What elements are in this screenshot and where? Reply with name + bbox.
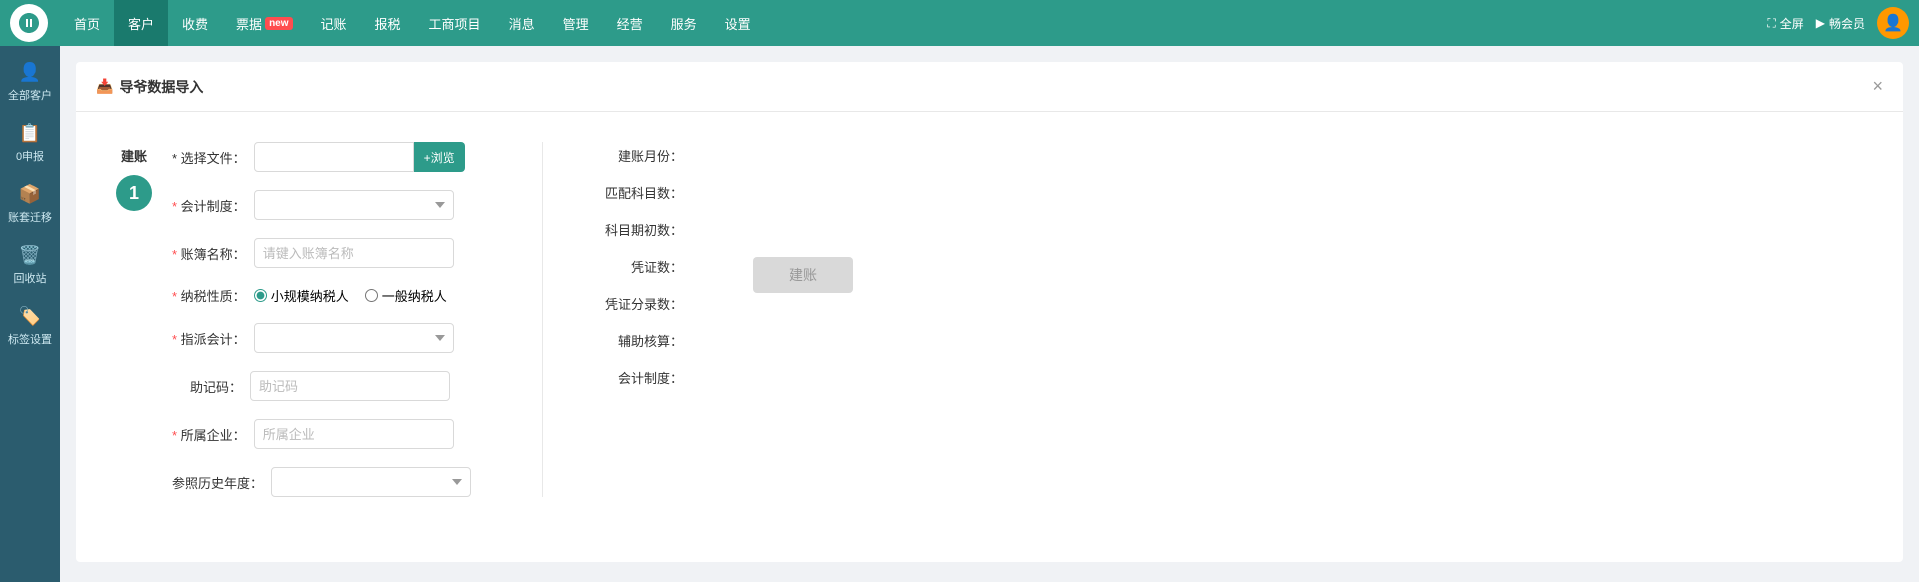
browse-button[interactable]: +浏览 [414, 142, 465, 172]
tax-type-row: 纳税性质： 小规模纳税人 一般纳税人 [172, 286, 492, 305]
file-input-group: +浏览 [254, 142, 465, 172]
aux-accounting-row: 辅助核算： [593, 331, 853, 350]
memo-label: 助记码： [172, 377, 242, 396]
build-month-row: 建账月份： [593, 146, 853, 165]
form-fields: * 选择文件： +浏览 会计制度： [172, 142, 492, 497]
nav-item-customers[interactable]: 客户 [114, 0, 168, 46]
info-accounting-system-row: 会计制度： [593, 368, 853, 387]
fullscreen-button[interactable]: ⛶ 全屏 [1767, 15, 1803, 32]
subject-init-row: 科目期初数： [593, 220, 853, 239]
close-button[interactable]: × [1872, 76, 1883, 97]
recycle-icon: 🗑️ [19, 245, 41, 266]
voucher-count-label: 凭证数： [593, 257, 683, 276]
company-input[interactable] [254, 419, 454, 449]
sidebar-item-recycle[interactable]: 🗑️ 回收站 [2, 237, 58, 294]
accounting-system-label: 会计制度： [172, 196, 246, 215]
sidebar: 👤 全部客户 📋 0申报 📦 账套迁移 🗑️ 回收站 🏷️ 标签设置 [0, 46, 60, 582]
match-subjects-row: 匹配科目数： [593, 183, 853, 202]
voucher-entries-row: 凭证分录数： [593, 294, 853, 313]
sidebar-item-migration[interactable]: 📦 账套迁移 [2, 176, 58, 233]
nav-item-home[interactable]: 首页 [60, 0, 114, 46]
file-label: * 选择文件： [172, 148, 246, 167]
nav-item-messages[interactable]: 消息 [495, 0, 549, 46]
sidebar-item-tags[interactable]: 🏷️ 标签设置 [2, 298, 58, 355]
nav-right-area: ⛶ 全屏 ▶ 畅会员 👤 [1767, 7, 1909, 39]
fullscreen-icon: ⛶ [1767, 16, 1775, 31]
nav-item-bills[interactable]: 票据 new [222, 0, 306, 46]
tax-type-label: 纳税性质： [172, 286, 246, 305]
tax-type-radio-group: 小规模纳税人 一般纳税人 [254, 286, 447, 305]
voucher-entries-label: 凭证分录数： [593, 294, 683, 313]
migration-icon: 📦 [19, 184, 41, 205]
assign-accountant-label: 指派会计： [172, 329, 246, 348]
assign-accountant-row: 指派会计： [172, 323, 492, 353]
history-label: 参照历史年度： [172, 473, 263, 492]
nav-item-services[interactable]: 服务 [657, 0, 711, 46]
nav-item-manage[interactable]: 管理 [549, 0, 603, 46]
app-logo[interactable] [10, 4, 48, 42]
main-layout: 👤 全部客户 📋 0申报 📦 账套迁移 🗑️ 回收站 🏷️ 标签设置 📥 [0, 46, 1919, 582]
nav-item-bookkeeping[interactable]: 记账 [307, 0, 361, 46]
main-content: 📥 导爷数据导入 × 建账 1 [60, 46, 1919, 582]
nav-menu: 首页 客户 收费 票据 new 记账 报税 工商项目 消息 管理 经营 服务 设… [60, 0, 1767, 46]
form-right-section: 建账月份： 匹配科目数： 科目期初数： 凭证数： [593, 142, 853, 497]
declaration-icon: 📋 [19, 123, 41, 144]
vip-button[interactable]: ▶ 畅会员 [1816, 15, 1865, 32]
new-badge: new [265, 17, 292, 30]
nav-item-business[interactable]: 工商项目 [415, 0, 495, 46]
step-circle: 1 [116, 175, 152, 211]
form-divider [542, 142, 543, 497]
user-avatar[interactable]: 👤 [1877, 7, 1909, 39]
company-label: 所属企业： [172, 425, 246, 444]
top-navigation: 首页 客户 收费 票据 new 记账 报税 工商项目 消息 管理 经营 服务 设… [0, 0, 1919, 46]
file-input[interactable] [254, 142, 414, 172]
file-row: * 选择文件： +浏览 [172, 142, 492, 172]
dialog-header: 📥 导爷数据导入 × [76, 62, 1903, 112]
ledger-name-label: 账簿名称： [172, 244, 246, 263]
customers-icon: 👤 [19, 62, 41, 83]
aux-accounting-label: 辅助核算： [593, 331, 683, 350]
tax-small-radio[interactable]: 小规模纳税人 [254, 286, 349, 305]
dialog-title-area: 📥 导爷数据导入 [96, 77, 203, 97]
company-row: 所属企业： [172, 419, 492, 449]
build-account-button[interactable]: 建账 [753, 257, 853, 293]
dialog-title-icon: 📥 [96, 78, 113, 95]
step-header-label: 建账 [121, 146, 147, 165]
form-left-section: 建账 1 * 选择文件： +浏览 [116, 142, 492, 497]
subject-init-label: 科目期初数： [593, 220, 683, 239]
nav-item-operations[interactable]: 经营 [603, 0, 657, 46]
ledger-name-row: 账簿名称： [172, 238, 492, 268]
ledger-name-input[interactable] [254, 238, 454, 268]
vip-icon: ▶ [1816, 16, 1825, 30]
match-subjects-label: 匹配科目数： [593, 183, 683, 202]
history-row: 参照历史年度： [172, 467, 492, 497]
info-accounting-system-label: 会计制度： [593, 368, 683, 387]
memo-input[interactable] [250, 371, 450, 401]
memo-row: 助记码： [172, 371, 492, 401]
build-month-label: 建账月份： [593, 146, 683, 165]
accounting-system-row: 会计制度： [172, 190, 492, 220]
accounting-system-select[interactable] [254, 190, 454, 220]
history-select[interactable] [271, 467, 471, 497]
tags-icon: 🏷️ [19, 306, 41, 327]
form-content: 建账 1 * 选择文件： +浏览 [76, 112, 1903, 527]
sidebar-item-all-customers[interactable]: 👤 全部客户 [2, 54, 58, 111]
nav-item-tax[interactable]: 报税 [361, 0, 415, 46]
assign-accountant-select[interactable] [254, 323, 454, 353]
nav-item-fees[interactable]: 收费 [168, 0, 222, 46]
nav-item-settings[interactable]: 设置 [711, 0, 765, 46]
sidebar-item-declaration[interactable]: 📋 0申报 [2, 115, 58, 172]
dialog-panel: 📥 导爷数据导入 × 建账 1 [76, 62, 1903, 562]
dialog-title: 导爷数据导入 [119, 77, 203, 97]
tax-general-radio[interactable]: 一般纳税人 [365, 286, 447, 305]
